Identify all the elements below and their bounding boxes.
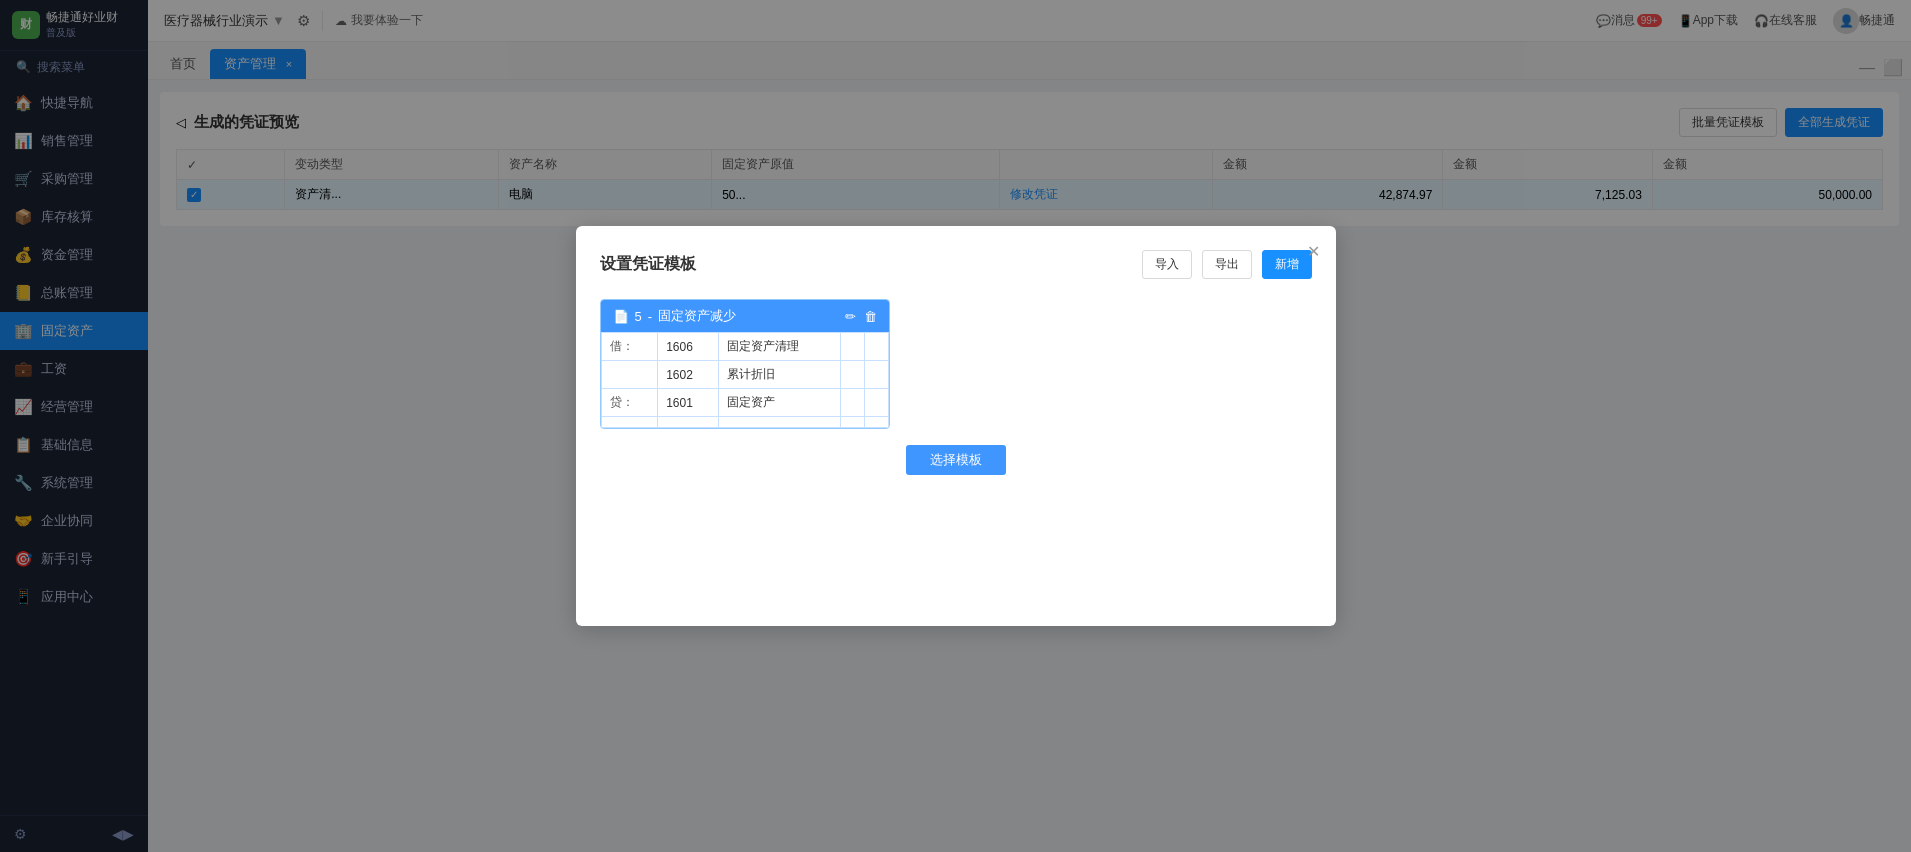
entry-debit-1 — [841, 361, 864, 389]
template-card: 📄 5 - 固定资产减少 ✏ 🗑 借： 1606 固定资产清理 — [600, 299, 890, 429]
template-entry-row-1: 1602 累计折旧 — [601, 361, 888, 389]
entry-credit-1 — [864, 361, 888, 389]
modal-header: 设置凭证模板 导入 导出 新增 — [600, 250, 1312, 279]
template-entry-row-2: 贷： 1601 固定资产 — [601, 389, 888, 417]
new-template-button[interactable]: 新增 — [1262, 250, 1312, 279]
template-card-header: 📄 5 - 固定资产减少 ✏ 🗑 — [601, 300, 889, 332]
modal-close-button[interactable]: ✕ — [1307, 242, 1320, 261]
template-entries-table: 借： 1606 固定资产清理 1602 累计折旧 贷： — [601, 332, 889, 428]
template-entry-row-empty — [601, 417, 888, 428]
entry-name-0: 固定资产清理 — [718, 333, 841, 361]
template-card-title-area: 📄 5 - 固定资产减少 — [613, 307, 737, 325]
select-template-button[interactable]: 选择模板 — [906, 445, 1006, 475]
entry-debit-0 — [841, 333, 864, 361]
modal-title: 设置凭证模板 — [600, 254, 696, 275]
template-card-actions: ✏ 🗑 — [845, 309, 877, 324]
export-button[interactable]: 导出 — [1202, 250, 1252, 279]
template-delete-icon[interactable]: 🗑 — [864, 309, 877, 324]
entry-code-0: 1606 — [658, 333, 718, 361]
entry-type-0: 借： — [601, 333, 658, 361]
entry-type-1 — [601, 361, 658, 389]
import-button[interactable]: 导入 — [1142, 250, 1192, 279]
modal-overlay: ✕ 设置凭证模板 导入 导出 新增 📄 5 - 固定资产减少 ✏ 🗑 — [0, 0, 1911, 852]
entry-credit-2 — [864, 389, 888, 417]
entry-name-2: 固定资产 — [718, 389, 841, 417]
template-number: 5 — [635, 309, 642, 324]
template-name: 固定资产减少 — [658, 307, 736, 325]
entry-code-1: 1602 — [658, 361, 718, 389]
template-doc-icon: 📄 — [613, 309, 629, 324]
template-edit-icon[interactable]: ✏ — [845, 309, 856, 324]
entry-name-1: 累计折旧 — [718, 361, 841, 389]
set-template-modal: ✕ 设置凭证模板 导入 导出 新增 📄 5 - 固定资产减少 ✏ 🗑 — [576, 226, 1336, 626]
entry-code-2: 1601 — [658, 389, 718, 417]
entry-credit-0 — [864, 333, 888, 361]
template-separator: - — [648, 309, 652, 324]
template-entry-row-0: 借： 1606 固定资产清理 — [601, 333, 888, 361]
modal-action-buttons: 导入 导出 新增 — [1142, 250, 1312, 279]
entry-debit-2 — [841, 389, 864, 417]
entry-type-2: 贷： — [601, 389, 658, 417]
